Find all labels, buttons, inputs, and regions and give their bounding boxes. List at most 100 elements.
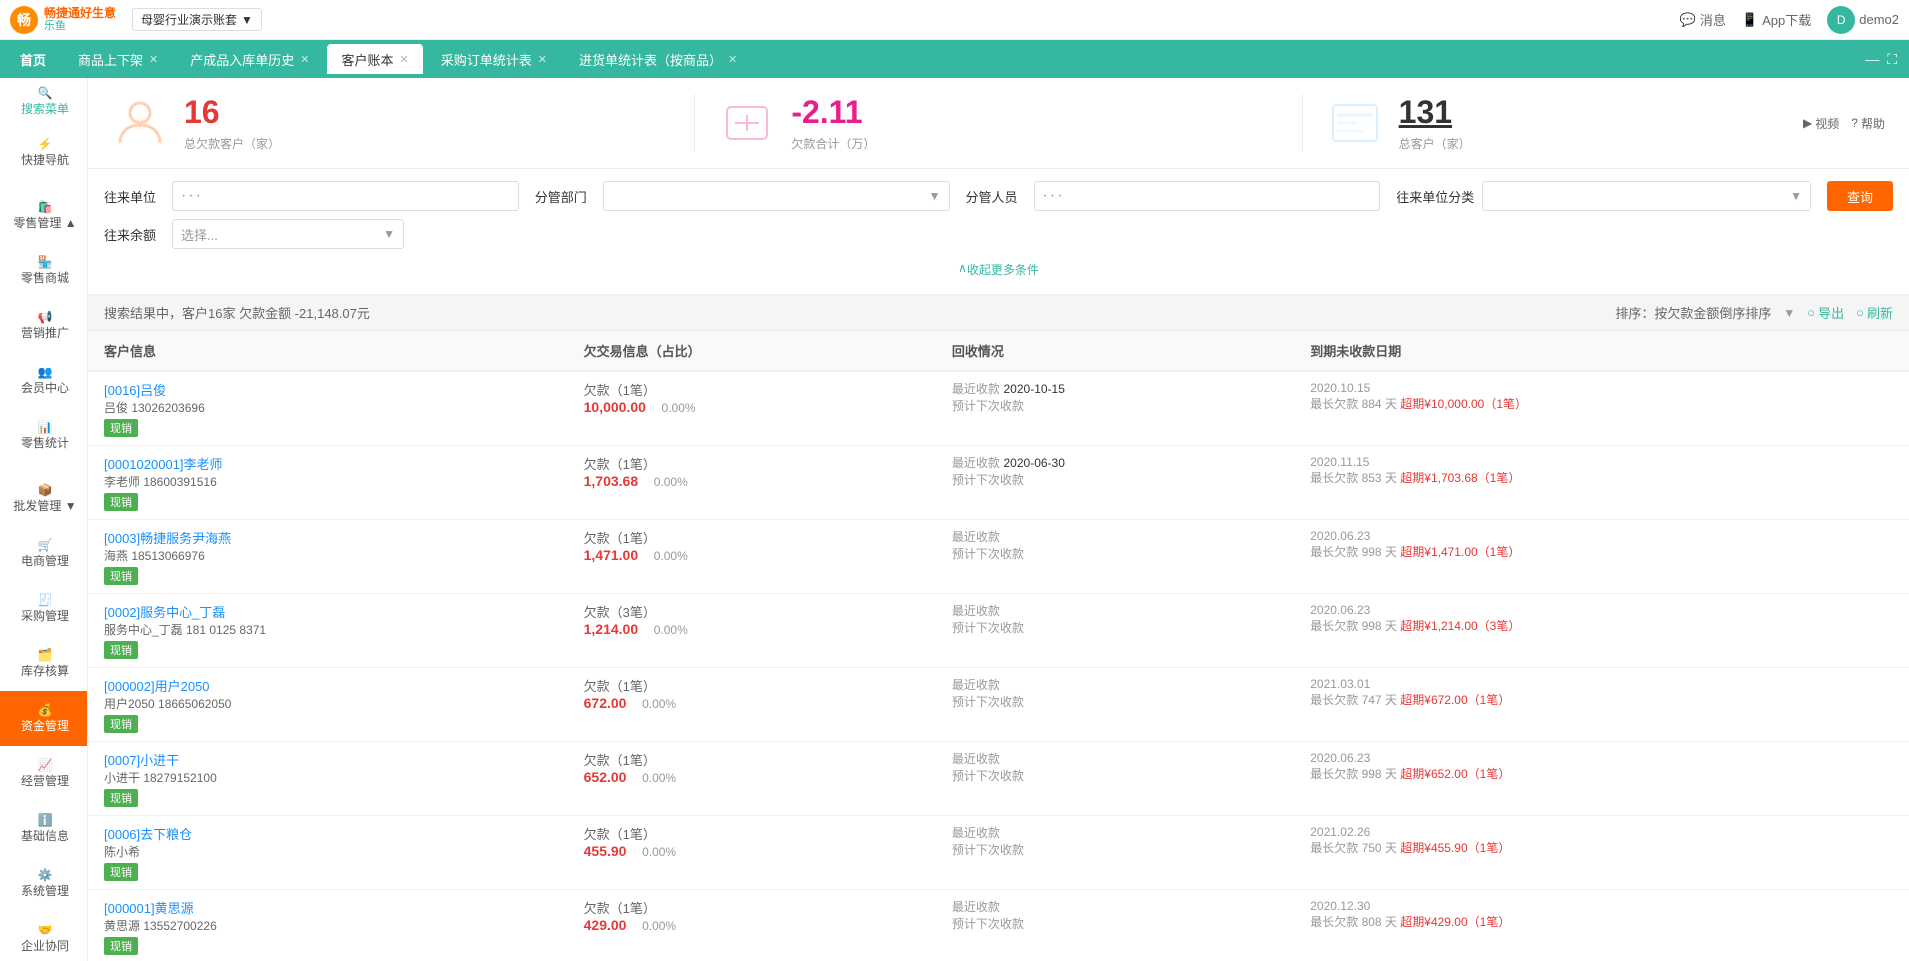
filter-unit-category: 往来单位分类 ▼ [1396, 181, 1811, 211]
cell-collection-4: 最近收款 预计下次收款 [936, 668, 1294, 742]
sidebar-item-marketing[interactable]: 📢 营销推广 [0, 298, 87, 353]
sidebar-item-member[interactable]: 👥 会员中心 [0, 353, 87, 408]
filter-unit-category-input[interactable]: ▼ [1482, 181, 1811, 211]
overdue-days-3: 最长欠款 998 天 [1310, 619, 1400, 633]
ecommerce-label: 电商管理 [21, 552, 69, 569]
customer-name-0[interactable]: [0016]吕俊 [104, 383, 166, 398]
customer-name-7[interactable]: [000001]黄思源 [104, 901, 194, 916]
filter-dept-input[interactable]: ▼ [603, 181, 950, 211]
cell-collection-2: 最近收款 预计下次收款 [936, 520, 1294, 594]
debt-amount-3[interactable]: 1,214.00 [584, 621, 639, 637]
cell-customer-3: [0002]服务中心_丁磊 服务中心_丁磊 181 0125 8371 现销 [88, 594, 568, 668]
debt-amount-6[interactable]: 455.90 [584, 843, 627, 859]
sidebar-search-menu[interactable]: 🔍 搜索菜单 [0, 78, 87, 125]
collection-next-5: 预计下次收款 [952, 767, 1278, 784]
tab-purchase-stats-close[interactable]: ✕ [728, 53, 737, 66]
company-name: 母婴行业演示账套 [141, 11, 237, 28]
overdue-link-5[interactable]: 超期¥652.00（1笔） [1400, 767, 1510, 781]
sidebar-item-basic-info[interactable]: ℹ️ 基础信息 [0, 801, 87, 856]
filter-balance-input[interactable]: 选择... ▼ [172, 219, 404, 249]
sidebar-item-inventory[interactable]: 🗂️ 库存核算 [0, 636, 87, 691]
filter-person-input[interactable]: ··· [1034, 181, 1381, 211]
sidebar-item-operation[interactable]: 📈 经营管理 [0, 746, 87, 801]
customer-phone-4: 用户2050 18665062050 [104, 695, 552, 712]
promo-text: 乐鱼 [44, 20, 116, 33]
sidebar-item-retail-mgmt[interactable]: 🛍️ 零售管理 ▲ [0, 188, 87, 243]
sidebar-item-purchase[interactable]: 🧾 采购管理 [0, 581, 87, 636]
cell-collection-7: 最近收款 预计下次收款 [936, 890, 1294, 961]
refresh-btn[interactable]: ○ 刷新 [1856, 303, 1893, 322]
collapse-bar[interactable]: ∧ 收起更多条件 [104, 257, 1893, 282]
customer-name-4[interactable]: [000002]用户2050 [104, 679, 210, 694]
filter-dept-label: 分管部门 [535, 187, 595, 206]
stat-total-customers: 131 总客户（家） ▶ 视频 ? 帮助 [1303, 94, 1909, 152]
debt-amount-0[interactable]: 10,000.00 [584, 399, 646, 415]
sidebar-item-wholesale[interactable]: 📦 批发管理 ▼ [0, 471, 87, 526]
export-btn[interactable]: ○ 导出 [1807, 303, 1844, 322]
overdue-link-4[interactable]: 超期¥672.00（1笔） [1400, 693, 1510, 707]
query-button[interactable]: 查询 [1827, 181, 1893, 211]
overdue-link-2[interactable]: 超期¥1,471.00（1笔） [1400, 545, 1520, 559]
stat-video-btn[interactable]: ▶ 视频 [1803, 115, 1839, 132]
overdue-link-6[interactable]: 超期¥455.90（1笔） [1400, 841, 1510, 855]
debt-amount-2[interactable]: 1,471.00 [584, 547, 639, 563]
tab-expand-icon[interactable]: ⛶ [1887, 51, 1897, 68]
content-area: ¥ 16 总欠款客户（家） [88, 78, 1909, 961]
overdue-link-3[interactable]: 超期¥1,214.00（3笔） [1400, 619, 1520, 633]
cell-debt-5: 欠款（1笔） 652.00 0.00% [568, 742, 936, 816]
overdue-link-0[interactable]: 超期¥10,000.00（1笔） [1400, 397, 1527, 411]
due-date-1: 2020.11.15 [1310, 455, 1369, 469]
tab-home[interactable]: 首页 [6, 44, 60, 74]
stat-value-debt-customers: 16 [184, 94, 280, 131]
customer-name-1[interactable]: [0001020001]李老师 [104, 457, 223, 472]
customer-tag-1: 现销 [104, 493, 138, 511]
company-select[interactable]: 母婴行业演示账套 ▼ [132, 8, 262, 31]
overdue-link-7[interactable]: 超期¥429.00（1笔） [1400, 915, 1510, 929]
sidebar-item-system[interactable]: ⚙️ 系统管理 [0, 856, 87, 911]
sort-label[interactable]: 排序：按欠款金额倒序排序 [1615, 303, 1771, 322]
cell-due-6: 2021.02.26 最长欠款 750 天 超期¥455.90（1笔） [1294, 816, 1909, 890]
tab-product-listing[interactable]: 商品上下架 ✕ [64, 44, 172, 74]
debt-amount-1[interactable]: 1,703.68 [584, 473, 639, 489]
user-avatar[interactable]: D demo2 [1827, 6, 1899, 34]
due-date-6: 2021.02.26 [1310, 825, 1370, 839]
app-download-btn[interactable]: 📱 App下载 [1742, 10, 1811, 29]
overdue-link-1[interactable]: 超期¥1,703.68（1笔） [1400, 471, 1520, 485]
sidebar-item-finance[interactable]: 💰 资金管理 [0, 691, 87, 746]
retail-mgmt-label: 零售管理 ▲ [13, 214, 76, 231]
overdue-days-4: 最长欠款 747 天 [1310, 693, 1400, 707]
message-btn[interactable]: 💬 消息 [1680, 10, 1726, 29]
tab-product-listing-close[interactable]: ✕ [149, 53, 158, 66]
customer-tag-3: 现销 [104, 641, 138, 659]
sidebar-item-ecommerce[interactable]: 🛒 电商管理 [0, 526, 87, 581]
sidebar-item-retail-mall[interactable]: 🏪 零售商城 [0, 243, 87, 298]
customer-name-3[interactable]: [0002]服务中心_丁磊 [104, 605, 225, 620]
cell-customer-1: [0001020001]李老师 李老师 18600391516 现销 [88, 446, 568, 520]
debt-amount-4[interactable]: 672.00 [584, 695, 627, 711]
collection-date-0: 2020-10-15 [1004, 382, 1065, 396]
customer-name-5[interactable]: [0007]小进干 [104, 753, 179, 768]
tab-purchase-stats[interactable]: 进货单统计表（按商品） ✕ [565, 44, 751, 74]
customer-name-2[interactable]: [0003]畅捷服务尹海燕 [104, 531, 231, 546]
tab-purchase-order-close[interactable]: ✕ [538, 53, 547, 66]
tab-purchase-order[interactable]: 采购订单统计表 ✕ [427, 44, 561, 74]
filter-from-unit-input[interactable]: ··· [172, 181, 519, 211]
sidebar-fast-nav[interactable]: ⚡ 快捷导航 [0, 125, 87, 180]
sidebar-item-enterprise[interactable]: 🤝 企业协同 [0, 911, 87, 961]
stat-icon-debt-amount [719, 95, 775, 151]
sidebar-item-retail-stats[interactable]: 📊 零售统计 [0, 408, 87, 463]
tab-product-history[interactable]: 产成品入库单历史 ✕ [176, 44, 323, 74]
help-label: 帮助 [1861, 115, 1885, 132]
tab-customer-account-label: 客户账本 [341, 50, 393, 69]
system-label: 系统管理 [21, 882, 69, 899]
stat-label-total-customers: 总客户（家） [1399, 135, 1471, 152]
tab-customer-account-close[interactable]: ✕ [400, 53, 409, 66]
debt-amount-7[interactable]: 429.00 [584, 917, 627, 933]
debt-amount-5[interactable]: 652.00 [584, 769, 627, 785]
stat-help-btn[interactable]: ? 帮助 [1851, 115, 1885, 132]
tab-bar-actions: — ⛶ [1865, 51, 1905, 68]
tab-customer-account[interactable]: 客户账本 ✕ [327, 44, 422, 74]
customer-name-6[interactable]: [0006]去下粮仓 [104, 827, 192, 842]
tab-minimize-icon[interactable]: — [1865, 51, 1879, 68]
tab-product-history-close[interactable]: ✕ [300, 53, 309, 66]
